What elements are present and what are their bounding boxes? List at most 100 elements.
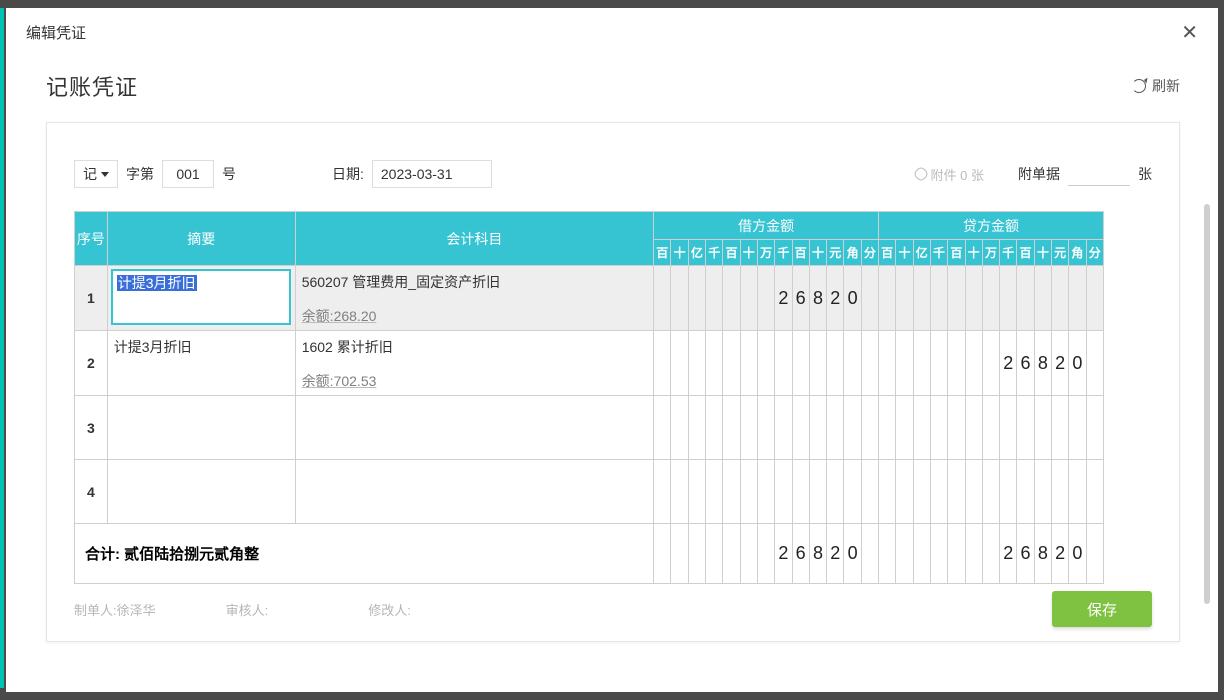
- debit-digit[interactable]: [671, 460, 688, 524]
- voucher-number-input[interactable]: [162, 160, 214, 188]
- credit-digit[interactable]: 0: [1069, 331, 1086, 396]
- credit-digit[interactable]: [965, 266, 982, 331]
- credit-digit[interactable]: [1051, 460, 1068, 524]
- credit-digit[interactable]: [1000, 396, 1017, 460]
- debit-digit[interactable]: [671, 396, 688, 460]
- credit-digit[interactable]: [1017, 460, 1034, 524]
- credit-digit[interactable]: [1069, 266, 1086, 331]
- debit-digit[interactable]: [775, 460, 792, 524]
- credit-digit[interactable]: [982, 396, 999, 460]
- debit-digit[interactable]: [723, 266, 740, 331]
- credit-digit[interactable]: [1051, 396, 1068, 460]
- debit-digit[interactable]: [861, 396, 878, 460]
- credit-digit[interactable]: [982, 460, 999, 524]
- credit-digit[interactable]: [982, 331, 999, 396]
- credit-digit[interactable]: [1034, 266, 1051, 331]
- credit-digit[interactable]: [930, 331, 947, 396]
- debit-digit[interactable]: 8: [809, 266, 826, 331]
- credit-digit[interactable]: [948, 266, 965, 331]
- debit-digit[interactable]: [740, 396, 757, 460]
- debit-digit[interactable]: [740, 460, 757, 524]
- debit-digit[interactable]: [861, 331, 878, 396]
- credit-digit[interactable]: [879, 266, 896, 331]
- debit-digit[interactable]: [844, 331, 861, 396]
- debit-digit[interactable]: 6: [792, 266, 809, 331]
- credit-digit[interactable]: [965, 331, 982, 396]
- debit-digit[interactable]: 0: [844, 266, 861, 331]
- credit-digit[interactable]: 6: [1017, 331, 1034, 396]
- credit-digit[interactable]: [1000, 266, 1017, 331]
- debit-digit[interactable]: [757, 331, 774, 396]
- credit-digit[interactable]: [930, 460, 947, 524]
- credit-digit[interactable]: [896, 331, 913, 396]
- credit-digit[interactable]: 2: [1000, 331, 1017, 396]
- debit-digit[interactable]: [792, 460, 809, 524]
- credit-digit[interactable]: [1051, 266, 1068, 331]
- debit-digit[interactable]: [861, 266, 878, 331]
- account-cell[interactable]: 1602 累计折旧余额:702.53: [295, 331, 653, 396]
- credit-digit[interactable]: [1034, 460, 1051, 524]
- credit-digit[interactable]: [1069, 460, 1086, 524]
- voucher-type-dropdown[interactable]: 记: [74, 160, 118, 188]
- credit-digit[interactable]: [879, 331, 896, 396]
- account-cell[interactable]: [295, 460, 653, 524]
- debit-digit[interactable]: [671, 331, 688, 396]
- credit-digit[interactable]: [965, 396, 982, 460]
- debit-digit[interactable]: [809, 396, 826, 460]
- debit-digit[interactable]: [706, 266, 723, 331]
- debit-digit[interactable]: [827, 460, 844, 524]
- credit-digit[interactable]: [982, 266, 999, 331]
- credit-digit[interactable]: 8: [1034, 331, 1051, 396]
- credit-digit[interactable]: [879, 460, 896, 524]
- scrollbar-thumb[interactable]: [1204, 204, 1210, 604]
- debit-digit[interactable]: [740, 266, 757, 331]
- credit-digit[interactable]: [879, 396, 896, 460]
- credit-digit[interactable]: [1034, 396, 1051, 460]
- sheets-input[interactable]: [1068, 162, 1130, 186]
- credit-digit[interactable]: [930, 266, 947, 331]
- summary-cell[interactable]: 计提3月折旧: [107, 266, 295, 331]
- debit-digit[interactable]: 2: [827, 266, 844, 331]
- debit-digit[interactable]: [844, 460, 861, 524]
- credit-digit[interactable]: [1000, 460, 1017, 524]
- debit-digit[interactable]: [688, 266, 705, 331]
- debit-digit[interactable]: [861, 460, 878, 524]
- account-cell[interactable]: [295, 396, 653, 460]
- credit-digit[interactable]: [913, 266, 930, 331]
- debit-digit[interactable]: [792, 396, 809, 460]
- credit-digit[interactable]: [1017, 266, 1034, 331]
- credit-digit[interactable]: [1017, 396, 1034, 460]
- debit-digit[interactable]: [775, 396, 792, 460]
- credit-digit[interactable]: [913, 396, 930, 460]
- debit-digit[interactable]: [654, 266, 671, 331]
- credit-digit[interactable]: [948, 460, 965, 524]
- summary-cell[interactable]: [107, 460, 295, 524]
- debit-digit[interactable]: [723, 460, 740, 524]
- debit-digit[interactable]: [723, 396, 740, 460]
- credit-digit[interactable]: [896, 266, 913, 331]
- date-input[interactable]: [372, 160, 492, 188]
- debit-digit[interactable]: [740, 331, 757, 396]
- debit-digit[interactable]: [654, 331, 671, 396]
- credit-digit[interactable]: 2: [1051, 331, 1068, 396]
- debit-digit[interactable]: [757, 460, 774, 524]
- account-cell[interactable]: 560207 管理费用_固定资产折旧余额:268.20: [295, 266, 653, 331]
- debit-digit[interactable]: [757, 266, 774, 331]
- debit-digit[interactable]: [654, 396, 671, 460]
- refresh-button[interactable]: 刷新: [1132, 76, 1180, 96]
- credit-digit[interactable]: [948, 396, 965, 460]
- credit-digit[interactable]: [1086, 396, 1103, 460]
- debit-digit[interactable]: [844, 396, 861, 460]
- credit-digit[interactable]: [965, 460, 982, 524]
- debit-digit[interactable]: [688, 396, 705, 460]
- attachment-button[interactable]: 附件 0 张: [915, 165, 984, 184]
- credit-digit[interactable]: [896, 396, 913, 460]
- debit-digit[interactable]: [757, 396, 774, 460]
- debit-digit[interactable]: [654, 460, 671, 524]
- debit-digit[interactable]: [688, 331, 705, 396]
- credit-digit[interactable]: [1069, 396, 1086, 460]
- debit-digit[interactable]: [809, 331, 826, 396]
- credit-digit[interactable]: [913, 331, 930, 396]
- credit-digit[interactable]: [948, 331, 965, 396]
- credit-digit[interactable]: [1086, 266, 1103, 331]
